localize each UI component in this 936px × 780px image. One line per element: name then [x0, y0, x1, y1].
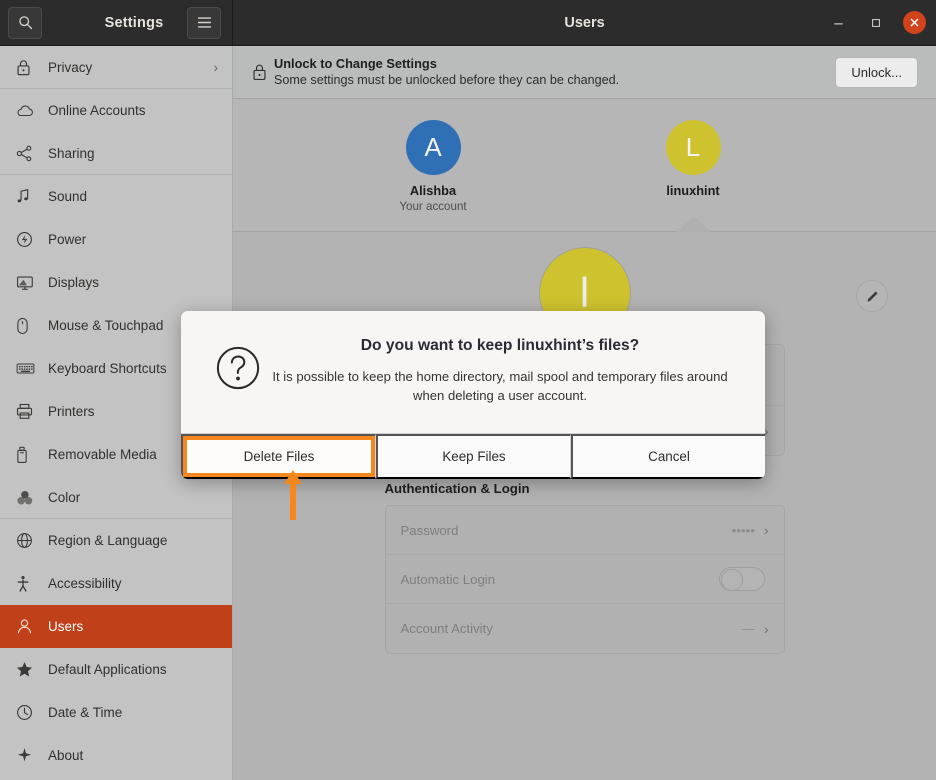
sidebar-item-date-time[interactable]: Date & Time [0, 691, 232, 734]
window-titlebar: Settings Users [0, 0, 936, 46]
dialog-action-row: Delete Files Keep Files Cancel [181, 433, 765, 479]
authentication-section-title: Authentication & Login [385, 481, 785, 496]
user-icon [16, 617, 38, 637]
sidebar-item-label: Accessibility [48, 576, 218, 591]
unlock-banner: Unlock to Change Settings Some settings … [233, 46, 936, 99]
sidebar-item-region-language[interactable]: Region & Language [0, 519, 232, 562]
globe-icon [16, 531, 38, 551]
sparkle-icon [16, 746, 38, 766]
sidebar-item-accessibility[interactable]: Accessibility [0, 562, 232, 605]
close-icon[interactable] [903, 11, 926, 34]
user-card-alishba[interactable]: A Alishba Your account [303, 99, 563, 231]
password-row[interactable]: Password ••••• › [386, 506, 784, 555]
user-name: Alishba [410, 183, 456, 198]
maximize-icon[interactable] [865, 12, 887, 34]
accessibility-icon [16, 574, 38, 594]
cloud-icon [16, 101, 38, 121]
row-label: Account Activity [401, 621, 742, 636]
cancel-button[interactable]: Cancel [571, 434, 765, 479]
authentication-card: Password ••••• › Automatic Login Account… [385, 505, 785, 654]
dialog-description: It is possible to keep the home director… [271, 367, 729, 405]
row-label: Automatic Login [401, 572, 719, 587]
minimize-icon[interactable] [827, 12, 849, 34]
dialog-heading: Do you want to keep linuxhint’s files? [271, 337, 729, 355]
display-icon [16, 273, 38, 293]
hamburger-menu-icon[interactable] [187, 7, 221, 39]
sidebar-item-label: Sharing [48, 146, 218, 161]
color-circles-icon [16, 488, 38, 508]
sidebar-item-label: Privacy [48, 60, 214, 75]
star-icon [16, 660, 38, 680]
user-account-strip: A Alishba Your account L linuxhint [233, 99, 936, 232]
lock-icon [16, 58, 38, 78]
sidebar-item-label: Users [48, 619, 218, 634]
sidebar-item-default-applications[interactable]: Default Applications [0, 648, 232, 691]
sidebar-item-label: Color [48, 490, 218, 505]
keyboard-icon [16, 359, 38, 379]
user-card-linuxhint[interactable]: L linuxhint [563, 99, 823, 231]
sidebar-item-label: Sound [48, 189, 218, 204]
sidebar-item-displays[interactable]: Displays [0, 261, 232, 304]
usb-drive-icon [16, 445, 38, 465]
user-subtitle: Your account [399, 200, 466, 213]
keep-files-button[interactable]: Keep Files [376, 434, 571, 479]
unlock-button[interactable]: Unlock... [835, 57, 918, 88]
selected-user-pointer [677, 216, 711, 232]
automatic-login-toggle[interactable] [719, 567, 765, 591]
sidebar-item-power[interactable]: Power [0, 218, 232, 261]
sound-note-icon [16, 187, 38, 207]
lock-closed-icon [246, 63, 272, 81]
sidebar-item-users[interactable]: Users [0, 605, 232, 648]
account-activity-row[interactable]: Account Activity — › [386, 604, 784, 653]
sidebar-item-sound[interactable]: Sound [0, 175, 232, 218]
row-value: — [742, 621, 755, 636]
avatar: L [666, 120, 721, 175]
sidebar-item-label: Date & Time [48, 705, 218, 720]
sidebar-item-label: Online Accounts [48, 103, 218, 118]
chevron-right-icon: › [214, 60, 218, 75]
pencil-edit-icon[interactable] [856, 280, 888, 312]
sidebar-item-color[interactable]: Color [0, 476, 232, 519]
user-name: linuxhint [666, 183, 719, 198]
sidebar-item-sharing[interactable]: Sharing [0, 132, 232, 175]
chevron-right-icon: › [764, 522, 769, 538]
sidebar-item-privacy[interactable]: Privacy › [0, 46, 232, 89]
sidebar-item-label: Region & Language [48, 533, 218, 548]
sidebar-item-label: Default Applications [48, 662, 218, 677]
share-icon [16, 144, 38, 164]
unlock-banner-title: Unlock to Change Settings [274, 56, 835, 72]
unlock-banner-text: Unlock to Change Settings Some settings … [274, 56, 835, 89]
titlebar-right-section: Users [233, 0, 936, 46]
keep-files-dialog: Do you want to keep linuxhint’s files? I… [181, 311, 765, 479]
delete-files-button[interactable]: Delete Files [181, 434, 376, 479]
sidebar-item-label: Displays [48, 275, 218, 290]
sidebar-item-online-accounts[interactable]: Online Accounts [0, 89, 232, 132]
chevron-right-icon: › [764, 621, 769, 637]
sidebar-item-about[interactable]: About [0, 734, 232, 777]
question-mark-icon [211, 337, 265, 405]
window-control-buttons [827, 11, 926, 34]
printer-icon [16, 402, 38, 422]
sidebar-item-label: About [48, 748, 218, 763]
row-label: Password [401, 523, 732, 538]
unlock-banner-subtitle: Some settings must be unlocked before th… [274, 72, 835, 89]
settings-window: Settings Users [0, 0, 936, 780]
avatar: A [406, 120, 461, 175]
dialog-text: Do you want to keep linuxhint’s files? I… [265, 337, 735, 405]
mouse-icon [16, 316, 38, 336]
dialog-body: Do you want to keep linuxhint’s files? I… [181, 311, 765, 433]
titlebar-left-section: Settings [0, 0, 233, 46]
sidebar-item-label: Power [48, 232, 218, 247]
password-masked-value: ••••• [732, 523, 755, 538]
power-icon [16, 230, 38, 250]
clock-icon [16, 703, 38, 723]
automatic-login-row[interactable]: Automatic Login [386, 555, 784, 604]
up-arrow-annotation [283, 470, 303, 520]
